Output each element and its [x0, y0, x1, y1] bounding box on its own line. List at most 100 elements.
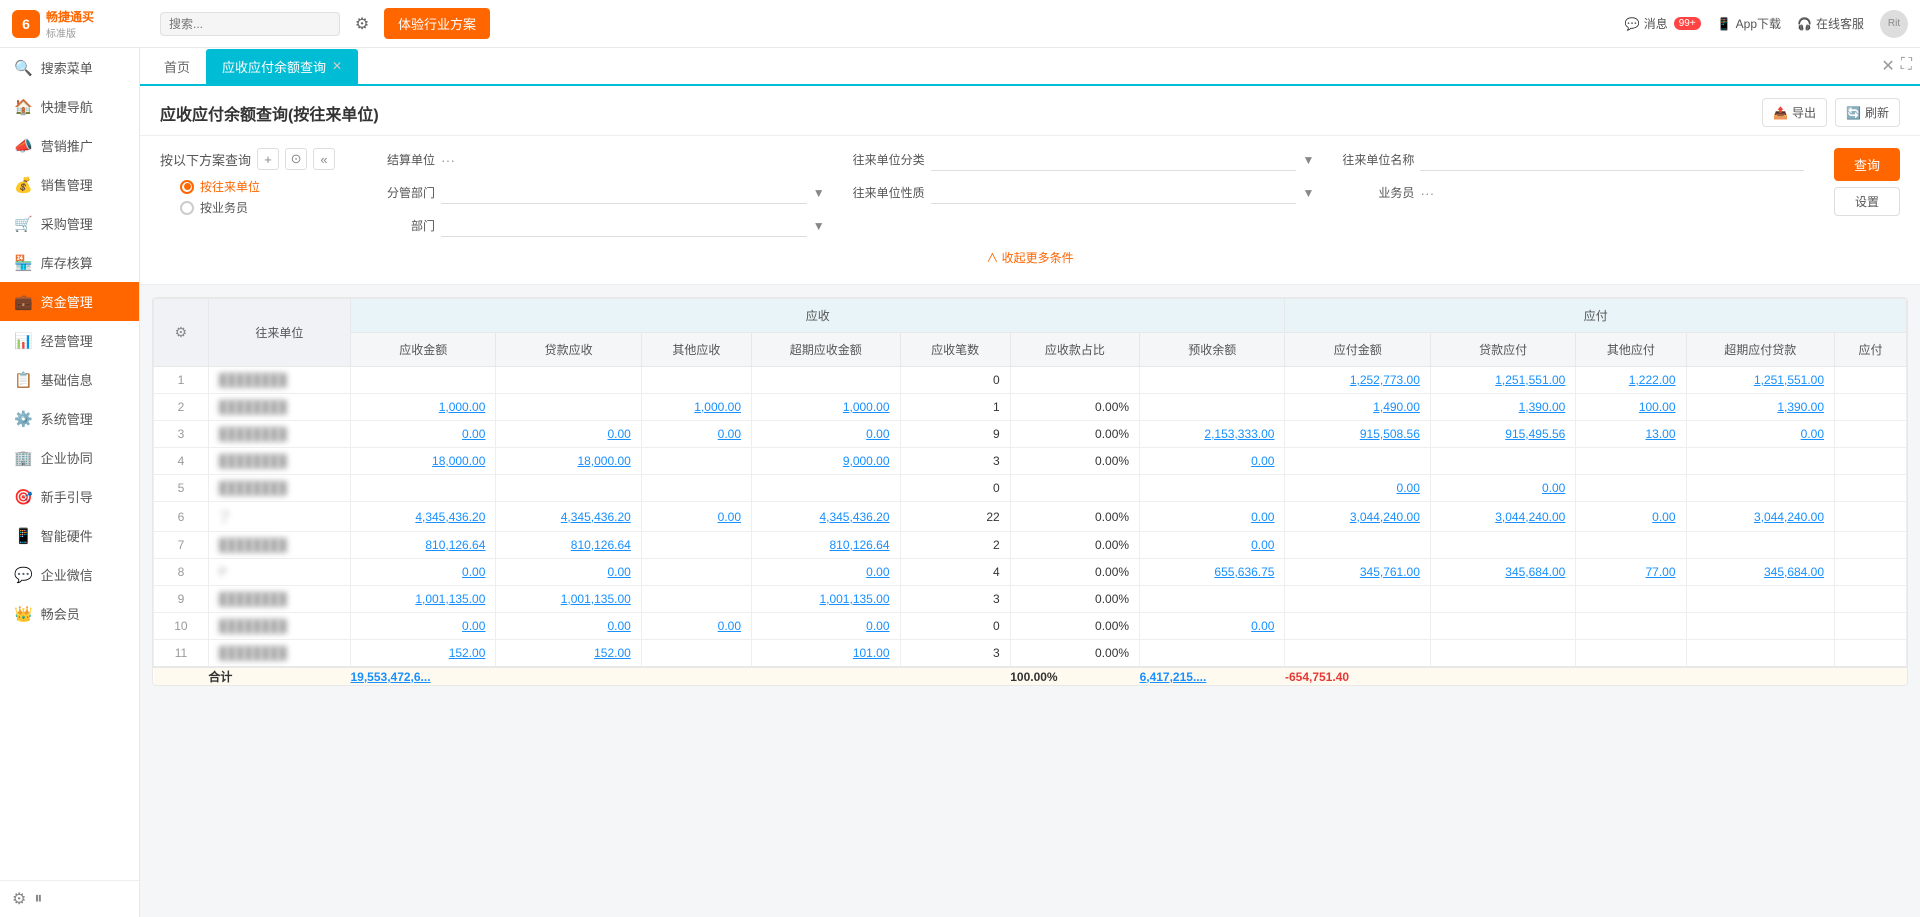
chevron-down-icon[interactable]: ▼: [1302, 153, 1314, 167]
table-cell: [1140, 367, 1285, 394]
table-cell: 11: [154, 640, 209, 668]
table-cell: 3,044,240.00: [1430, 502, 1575, 532]
app-download-button[interactable]: 📱 App下载: [1717, 15, 1781, 32]
unit-nature-input[interactable]: [931, 181, 1297, 204]
settings-bottom-icon[interactable]: ⚙: [12, 889, 26, 909]
field-dept-manage: 分管部门 ▼: [355, 181, 825, 204]
sidebar-item-finance[interactable]: 💼 资金管理: [0, 282, 139, 321]
table-cell: 4,345,436.20: [496, 502, 641, 532]
overdue-ar-header: 超期应收金额: [752, 333, 901, 367]
unit-name-input[interactable]: [1420, 148, 1804, 171]
table-cell: [1140, 475, 1285, 502]
sales-icon: 💰: [14, 176, 33, 194]
table-cell: ████████: [208, 532, 350, 559]
table-cell: 3,044,240.00: [1686, 502, 1835, 532]
sidebar-item-search-menu[interactable]: 🔍 搜索菜单: [0, 48, 139, 87]
table-cell: 0.00: [1140, 502, 1285, 532]
query-button[interactable]: 查询: [1834, 148, 1900, 181]
tab-close-icon[interactable]: ✕: [332, 59, 342, 73]
footer-ar-ratio: 100.00%: [1010, 667, 1139, 685]
nav-search-input[interactable]: [160, 12, 340, 36]
table-row: 9████████1,001,135.001,001,135.001,001,1…: [154, 586, 1907, 613]
table-cell: 0.00: [641, 421, 751, 448]
table-cell: 0.00: [641, 502, 751, 532]
table-cell: 5: [154, 475, 209, 502]
salesman-dots-icon[interactable]: ···: [1420, 185, 1434, 201]
table-cell: ████████: [208, 613, 350, 640]
table-cell: [1686, 613, 1835, 640]
messages-button[interactable]: 💬 消息 99+: [1625, 15, 1701, 32]
sidebar-label: 智能硬件: [41, 526, 93, 545]
hardware-icon: 📱: [14, 527, 33, 545]
ar-count-header: 应收笔数: [900, 333, 1010, 367]
table-cell: [1576, 586, 1686, 613]
sidebar-item-wechat[interactable]: 💬 企业微信: [0, 555, 139, 594]
sidebar-item-inventory[interactable]: 🏪 库存核算: [0, 243, 139, 282]
settlement-dots-icon[interactable]: ···: [441, 152, 455, 168]
sidebar-item-hardware[interactable]: 📱 智能硬件: [0, 516, 139, 555]
sidebar-item-operation[interactable]: 📊 经营管理: [0, 321, 139, 360]
ar-amount-header: 应收金额: [350, 333, 495, 367]
scheme-option-by-unit[interactable]: 按往来单位: [180, 178, 335, 195]
table-cell: [1686, 640, 1835, 668]
solution-button[interactable]: 体验行业方案: [384, 8, 490, 39]
sidebar-item-sales[interactable]: 💰 销售管理: [0, 165, 139, 204]
table-cell: 0.00: [496, 421, 641, 448]
sidebar-item-basic-info[interactable]: 📋 基础信息: [0, 360, 139, 399]
sidebar-item-quick-nav[interactable]: 🏠 快捷导航: [0, 87, 139, 126]
sidebar-item-system[interactable]: ⚙️ 系统管理: [0, 399, 139, 438]
gear-icon[interactable]: ⚙: [348, 10, 376, 38]
table-cell: 915,495.56: [1430, 421, 1575, 448]
dept-input[interactable]: [441, 214, 807, 237]
sidebar-item-marketing[interactable]: 📣 营销推广: [0, 126, 139, 165]
table-cell: 0.00%: [1010, 586, 1139, 613]
tab-home[interactable]: 首页: [148, 49, 206, 84]
radio-inactive-icon: [180, 201, 194, 215]
online-service-button[interactable]: 🎧 在线客服: [1797, 15, 1864, 32]
system-icon: ⚙️: [14, 410, 33, 428]
pause-icon[interactable]: ⏸: [34, 890, 42, 908]
ar-ratio-header: 应收款占比: [1010, 333, 1139, 367]
search-icon: 🔍: [14, 59, 33, 77]
add-scheme-button[interactable]: +: [257, 148, 279, 170]
sidebar-item-member[interactable]: 👑 畅会员: [0, 594, 139, 633]
dept-manage-input[interactable]: [441, 181, 807, 204]
dept-chevron-icon[interactable]: ▼: [813, 186, 825, 200]
table-cell: 152.00: [496, 640, 641, 668]
table-cell: 0.00: [350, 421, 495, 448]
table-settings-icon[interactable]: ⚙: [175, 324, 188, 340]
avatar[interactable]: Rit: [1880, 10, 1908, 38]
sidebar: 🔍 搜索菜单 🏠 快捷导航 📣 营销推广 💰 销售管理 🛒 采购管理 🏪 库存核…: [0, 48, 140, 917]
close-window-icon[interactable]: ✕: [1881, 56, 1894, 76]
export-button[interactable]: 📤 导出: [1762, 98, 1827, 127]
nature-chevron-icon[interactable]: ▼: [1302, 186, 1314, 200]
table-cell: 810,126.64: [752, 532, 901, 559]
search-area: 按以下方案查询 + ⊙ « 按往来单位: [140, 136, 1920, 285]
refresh-button[interactable]: 🔄 刷新: [1835, 98, 1900, 127]
collapse-button[interactable]: ∧ 收起更多条件: [160, 243, 1900, 272]
unit-category-input[interactable]: [931, 148, 1297, 171]
footer-prepay: 6,417,215....: [1140, 667, 1285, 685]
sidebar-item-guide[interactable]: 🎯 新手引导: [0, 477, 139, 516]
table-row: 6了4,345,436.204,345,436.200.004,345,436.…: [154, 502, 1907, 532]
sidebar-item-purchase[interactable]: 🛒 采购管理: [0, 204, 139, 243]
table-cell: 4,345,436.20: [350, 502, 495, 532]
table-cell: 1,001,135.00: [496, 586, 641, 613]
edit-scheme-button[interactable]: ⊙: [285, 148, 307, 170]
dept3-chevron-icon[interactable]: ▼: [813, 219, 825, 233]
tab-query[interactable]: 应收应付余额查询 ✕: [206, 49, 358, 84]
set-button[interactable]: 设置: [1834, 187, 1900, 216]
collapse-scheme-button[interactable]: «: [313, 148, 335, 170]
refresh-icon: 🔄: [1846, 106, 1861, 120]
table-cell: 9,000.00: [752, 448, 901, 475]
scheme-option-by-salesman[interactable]: 按业务员: [180, 199, 335, 216]
tab-query-label: 应收应付余额查询: [222, 57, 326, 76]
sidebar-item-enterprise[interactable]: 🏢 企业协同: [0, 438, 139, 477]
table-cell: 18,000.00: [350, 448, 495, 475]
sidebar-label: 企业微信: [41, 565, 93, 584]
table-cell: 1,251,551.00: [1686, 367, 1835, 394]
expand-icon[interactable]: ⛶: [1901, 56, 1912, 76]
sidebar-label: 新手引导: [41, 487, 93, 506]
top-nav: ⚙ 体验行业方案: [152, 8, 1625, 39]
sidebar-label: 基础信息: [41, 370, 93, 389]
